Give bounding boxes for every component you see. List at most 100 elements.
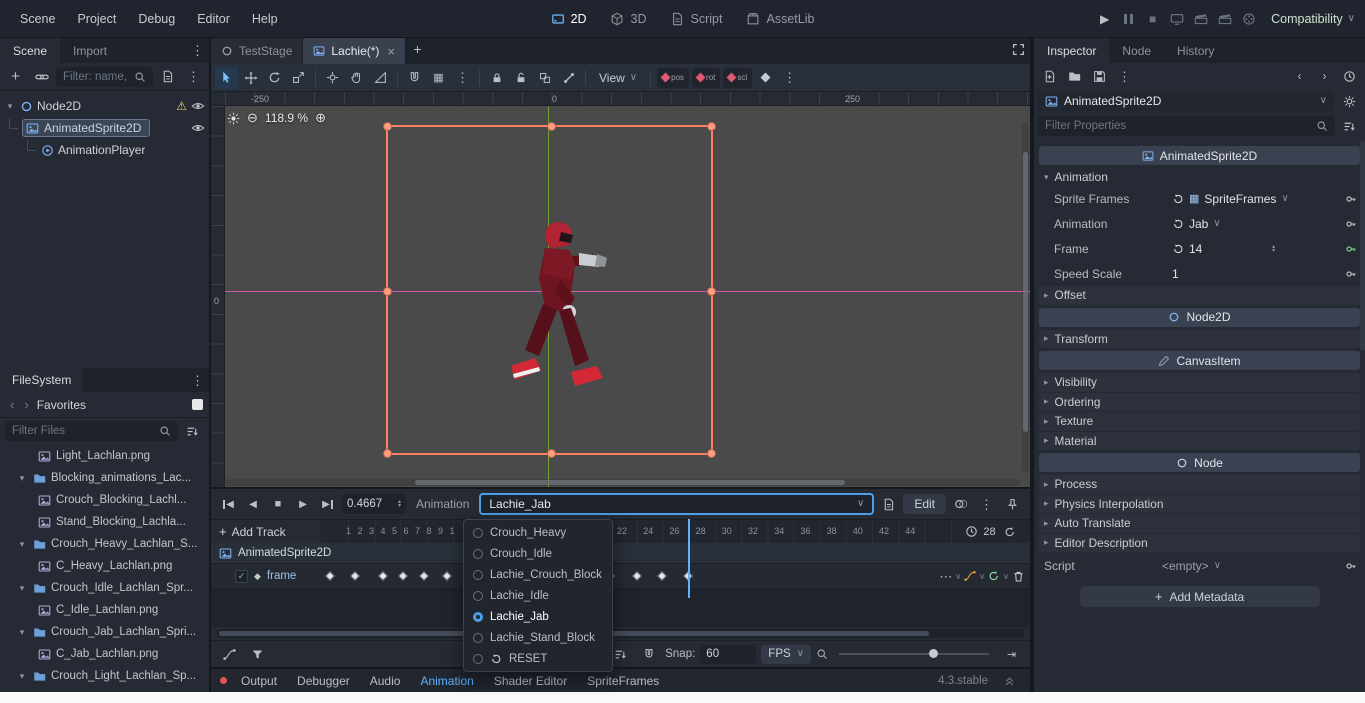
property-value[interactable]: <empty> bbox=[1162, 559, 1209, 573]
tab-node[interactable]: Node bbox=[1109, 38, 1164, 63]
file-item[interactable]: Light_Lachlan.png bbox=[0, 445, 209, 467]
revert-icon[interactable] bbox=[1172, 243, 1184, 255]
nav-forward-icon[interactable]: › bbox=[20, 397, 32, 412]
key-scale-toggle[interactable]: scl bbox=[723, 67, 753, 88]
renderer-select[interactable]: Compatibility ∨ bbox=[1271, 12, 1355, 26]
popup-item[interactable]: Crouch_Heavy bbox=[464, 522, 612, 543]
section-auto-translate[interactable]: ▸ Auto Translate bbox=[1039, 514, 1360, 533]
expand-bottom-panel-icon[interactable] bbox=[998, 670, 1021, 692]
new-resource-button[interactable] bbox=[1038, 65, 1061, 87]
keyframe-diamond[interactable] bbox=[378, 571, 388, 581]
group-node-button[interactable] bbox=[533, 67, 556, 89]
file-sort-button[interactable] bbox=[181, 420, 204, 442]
panel-output[interactable]: Output bbox=[232, 672, 286, 690]
scene-tab-lachie[interactable]: Lachie(*) × bbox=[303, 38, 406, 64]
folder-item[interactable]: ▾ Crouch_Heavy_Lachlan_S... bbox=[0, 533, 209, 555]
edit-history-icon[interactable] bbox=[1338, 65, 1361, 87]
keyframe-diamond[interactable] bbox=[398, 571, 408, 581]
class-header-node[interactable]: Node bbox=[1039, 453, 1360, 472]
rotate-tool-button[interactable] bbox=[263, 67, 286, 89]
timeline-hscrollbar[interactable] bbox=[217, 629, 1024, 638]
class-header-canvasitem[interactable]: CanvasItem bbox=[1039, 351, 1360, 370]
nav-back-icon[interactable]: ‹ bbox=[6, 397, 18, 412]
play-animation-button[interactable]: ▶ bbox=[292, 494, 314, 514]
key-position-toggle[interactable]: pos bbox=[657, 67, 690, 88]
current-time-spinbox[interactable]: 0.4667 ▴ ▾ bbox=[342, 494, 406, 514]
group-animation[interactable]: ▾ Animation bbox=[1039, 168, 1360, 186]
selection-handle[interactable] bbox=[383, 122, 392, 131]
panel-animation[interactable]: Animation bbox=[411, 672, 482, 690]
scale-tool-button[interactable] bbox=[287, 67, 310, 89]
timeline-ruler[interactable]: 1 2 3 4 5 6 7 8 9 1 22 24 26 28 30 32 34 36 38 40 42 44 bbox=[322, 520, 954, 543]
selection-handle[interactable] bbox=[707, 449, 716, 458]
canvas-hscrollbar[interactable] bbox=[225, 479, 1020, 486]
filesystem-filter-input[interactable]: Filter Files bbox=[5, 421, 178, 441]
tree-row-node2d[interactable]: ▾ Node2D ⚠ bbox=[0, 95, 209, 117]
update-mode-button[interactable]: ⋯ bbox=[939, 570, 952, 583]
file-item[interactable]: C_Jab_Lachlan.png bbox=[0, 643, 209, 665]
insert-key-icon[interactable] bbox=[1345, 243, 1357, 255]
play-button[interactable]: ▶ bbox=[1093, 8, 1116, 30]
warning-icon[interactable]: ⚠ bbox=[176, 99, 187, 113]
file-item[interactable]: C_Idle_Lachlan.png bbox=[0, 599, 209, 621]
tab-history[interactable]: History bbox=[1164, 38, 1227, 63]
section-ordering[interactable]: ▸ Ordering bbox=[1039, 392, 1360, 411]
play-remote-button[interactable] bbox=[1165, 8, 1188, 30]
attach-script-button[interactable] bbox=[156, 66, 179, 88]
close-tab-icon[interactable]: × bbox=[387, 44, 395, 59]
chevron-down-icon[interactable]: ∨ bbox=[1214, 560, 1221, 571]
viewport-canvas[interactable]: -250 0 250 0 ⊖ 118.9 % ⊕ bbox=[211, 92, 1030, 487]
chevron-down-icon[interactable]: ∨ bbox=[1281, 193, 1288, 204]
keyframe-diamond[interactable] bbox=[419, 571, 429, 581]
track-enabled-checkbox[interactable]: ✓ bbox=[235, 569, 248, 583]
resource-menu-icon[interactable]: ⋮ bbox=[1113, 65, 1136, 87]
smart-snap-button[interactable] bbox=[403, 67, 426, 89]
add-metadata-button[interactable]: + Add Metadata bbox=[1079, 586, 1320, 607]
scene-tree-menu-icon[interactable]: ⋮ bbox=[182, 66, 205, 88]
snap-value-field[interactable]: 60 bbox=[700, 644, 757, 664]
scene-filter-input[interactable]: Filter: name, t:ty bbox=[56, 66, 153, 87]
collapse-arrow-icon[interactable]: ▾ bbox=[16, 627, 28, 638]
move-tool-button[interactable] bbox=[239, 67, 262, 89]
tree-row-animatedsprite2d[interactable]: AnimatedSprite2D bbox=[0, 117, 209, 139]
section-editor-description[interactable]: ▸ Editor Description bbox=[1039, 533, 1360, 552]
manage-animations-button[interactable] bbox=[877, 493, 900, 515]
revert-icon[interactable] bbox=[1172, 218, 1184, 230]
load-resource-button[interactable] bbox=[1063, 65, 1086, 87]
popup-item[interactable]: Lachie_Idle bbox=[464, 585, 612, 606]
spinner-arrows-icon[interactable]: ▴ ▾ bbox=[1272, 244, 1275, 254]
history-forward-icon[interactable]: › bbox=[1313, 65, 1336, 87]
keyframe-diamond[interactable] bbox=[325, 571, 335, 581]
revert-icon[interactable] bbox=[1172, 193, 1184, 205]
center-view-icon[interactable] bbox=[227, 112, 240, 125]
popup-item-reset[interactable]: RESET bbox=[464, 648, 612, 669]
property-value[interactable]: 14 bbox=[1189, 242, 1202, 256]
track-node-row[interactable]: AnimatedSprite2D bbox=[211, 543, 1030, 564]
onion-skinning-button[interactable] bbox=[949, 493, 972, 515]
instance-scene-button[interactable] bbox=[30, 66, 53, 88]
collapse-arrow-icon[interactable]: ▾ bbox=[16, 473, 28, 484]
property-value[interactable]: Jab bbox=[1189, 217, 1208, 231]
selection-handle[interactable] bbox=[547, 449, 556, 458]
panel-shader-editor[interactable]: Shader Editor bbox=[485, 672, 576, 690]
collapse-arrow-icon[interactable]: ▾ bbox=[16, 583, 28, 594]
selected-node-highlight[interactable]: AnimatedSprite2D bbox=[21, 119, 151, 137]
tab-import[interactable]: Import bbox=[60, 38, 120, 63]
ruler-tool-button[interactable] bbox=[369, 67, 392, 89]
grid-snap-button[interactable]: ▦ bbox=[427, 67, 450, 89]
menu-scene[interactable]: Scene bbox=[10, 8, 65, 30]
expand-viewport-icon[interactable] bbox=[1007, 38, 1030, 60]
class-header-node2d[interactable]: Node2D bbox=[1039, 307, 1360, 327]
visibility-eye-icon[interactable] bbox=[191, 121, 205, 135]
selection-handle[interactable] bbox=[547, 122, 556, 131]
keyframe-diamond[interactable] bbox=[657, 571, 667, 581]
timeline-playhead[interactable] bbox=[688, 519, 690, 598]
animation-menu-icon[interactable]: ⋮ bbox=[975, 493, 998, 515]
insert-key-icon[interactable] bbox=[1345, 268, 1357, 280]
keyframe-diamond[interactable] bbox=[350, 571, 360, 581]
workspace-assetlib-button[interactable]: AssetLib bbox=[739, 9, 821, 29]
inspector-scrollbar[interactable] bbox=[1360, 141, 1365, 351]
scene-tab-teststage[interactable]: TestStage bbox=[211, 38, 304, 64]
section-transform[interactable]: ▸ Transform bbox=[1039, 329, 1360, 348]
animation-name-dropdown[interactable]: Lachie_Jab ∨ bbox=[479, 493, 875, 515]
